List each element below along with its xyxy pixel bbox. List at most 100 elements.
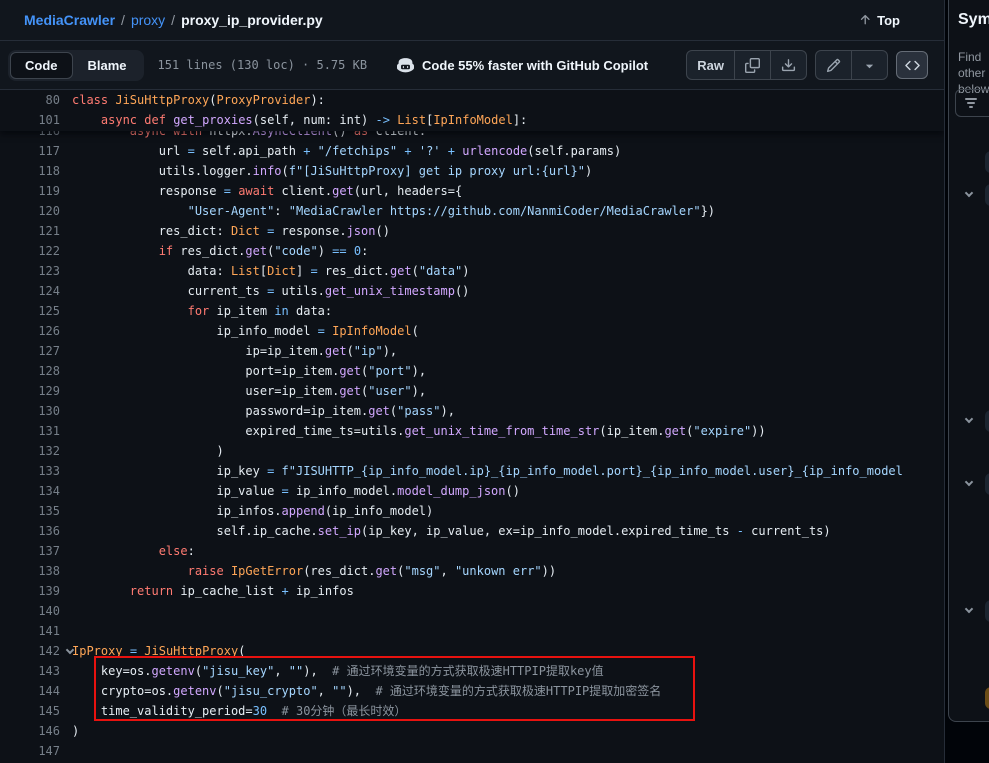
code-line: 101 async def get_proxies(self, num: int… [0,110,944,130]
line-number[interactable]: 80 [0,90,60,110]
line-number[interactable]: 144 [0,681,60,701]
line-number[interactable]: 139 [0,581,60,601]
code-text: time_validity_period=30 # 30分钟（最长时效） [60,701,406,721]
code-text: current_ts = utils.get_unix_timestamp() [60,281,469,301]
code-text: ) [60,721,79,741]
symbol-item[interactable] [949,473,989,495]
code-line: 139 return ip_cache_list + ip_infos [0,581,944,601]
breadcrumb-file-name: proxy_ip_provider.py [181,12,323,28]
line-number[interactable]: 146 [0,721,60,741]
code-line: 117 url = self.api_path + "/fetchips" + … [0,141,944,161]
line-number[interactable]: 137 [0,541,60,561]
download-button[interactable] [770,51,806,79]
line-number[interactable]: 138 [0,561,60,581]
line-number[interactable]: 142 [0,641,60,661]
copy-button[interactable] [734,51,770,79]
symbol-item[interactable] [949,184,989,206]
line-number[interactable]: 132 [0,441,60,461]
line-number[interactable]: 120 [0,201,60,221]
chevron-down-icon [965,605,973,613]
code-line: 143 key=os.getenv("jisu_key", ""), # 通过环… [0,661,944,681]
line-number[interactable]: 145 [0,701,60,721]
line-number[interactable]: 126 [0,321,60,341]
code-line: 133 ip_key = f"JISUHTTP_{ip_info_model.i… [0,461,944,481]
back-to-top-link[interactable]: Top [858,13,900,28]
line-number[interactable]: 130 [0,401,60,421]
copy-icon [745,58,760,73]
code-line: 80class JiSuHttpProxy(ProxyProvider): [0,90,944,110]
chevron-down-icon [965,478,973,486]
line-number[interactable]: 136 [0,521,60,541]
line-number[interactable]: 117 [0,141,60,161]
line-number[interactable]: 125 [0,301,60,321]
line-number[interactable]: 124 [0,281,60,301]
symbol-item[interactable] [949,151,989,173]
symbol-item-highlighted[interactable] [949,687,989,709]
symbols-panel-title: Sym [958,11,989,29]
code-lines: 116 async with httpx.AsyncClient() as cl… [0,121,944,761]
line-number[interactable]: 118 [0,161,60,181]
filter-icon [965,98,977,108]
code-line: 134 ip_value = ip_info_model.model_dump_… [0,481,944,501]
code-text: "User-Agent": "MediaCrawler https://gith… [60,201,715,221]
code-text: return ip_cache_list + ip_infos [60,581,354,601]
code-line: 146) [0,721,944,741]
code-line: 123 data: List[Dict] = res_dict.get("dat… [0,261,944,281]
code-text: key=os.getenv("jisu_key", ""), # 通过环境变量的… [60,661,604,681]
line-number[interactable]: 119 [0,181,60,201]
symbols-panel-toggle-button[interactable] [896,51,928,79]
arrow-up-icon [858,13,872,27]
line-number[interactable]: 131 [0,421,60,441]
code-text: IpProxy = JiSuHttpProxy( [60,641,245,661]
code-line: 145 time_validity_period=30 # 30分钟（最长时效） [0,701,944,721]
breadcrumb-separator: / [121,12,125,28]
edit-button[interactable] [816,51,851,79]
line-number[interactable]: 135 [0,501,60,521]
code-text: user=ip_item.get("user"), [60,381,426,401]
edit-dropdown-button[interactable] [851,51,887,79]
code-line: 147 [0,741,944,761]
code-line: 125 for ip_item in data: [0,301,944,321]
line-number[interactable]: 101 [0,110,60,130]
line-number[interactable]: 134 [0,481,60,501]
line-number[interactable]: 133 [0,461,60,481]
raw-copy-download-group: Raw [686,50,807,80]
code-text: else: [60,541,195,561]
line-number[interactable]: 147 [0,741,60,761]
symbol-item[interactable] [949,410,989,432]
tab-blame[interactable]: Blame [73,52,142,79]
code-line: 120 "User-Agent": "MediaCrawler https://… [0,201,944,221]
line-number[interactable]: 143 [0,661,60,681]
line-number[interactable]: 123 [0,261,60,281]
chevron-down-icon [965,415,973,423]
line-number[interactable]: 127 [0,341,60,361]
code-text: for ip_item in data: [60,301,332,321]
code-text: response = await client.get(url, headers… [60,181,462,201]
breadcrumb-folder-link[interactable]: proxy [131,12,165,28]
download-icon [781,58,796,73]
code-line: 124 current_ts = utils.get_unix_timestam… [0,281,944,301]
code-line: 131 expired_time_ts=utils.get_unix_time_… [0,421,944,441]
line-number[interactable]: 129 [0,381,60,401]
code-line: 130 password=ip_item.get("pass"), [0,401,944,421]
tab-code[interactable]: Code [10,52,73,79]
breadcrumb-repo-link[interactable]: MediaCrawler [24,12,115,28]
line-number[interactable]: 128 [0,361,60,381]
line-number[interactable]: 141 [0,621,60,641]
copilot-banner[interactable]: Code 55% faster with GitHub Copilot [397,57,648,74]
symbols-panel: Sym Find other below [945,0,989,763]
symbol-item[interactable] [949,600,989,622]
code-text [60,601,72,621]
code-text [60,741,72,761]
chevron-down-icon [965,189,973,197]
file-view: MediaCrawler / proxy / proxy_ip_provider… [0,0,945,763]
code-text: ip=ip_item.get("ip"), [60,341,397,361]
line-number[interactable]: 121 [0,221,60,241]
code-text: raise IpGetError(res_dict.get("msg", "un… [60,561,556,581]
line-number[interactable]: 122 [0,241,60,261]
symbols-filter-button[interactable] [955,89,989,117]
line-number[interactable]: 140 [0,601,60,621]
code-text: self.ip_cache.set_ip(ip_key, ip_value, e… [60,521,831,541]
sticky-context-lines: 80class JiSuHttpProxy(ProxyProvider):101… [0,90,944,131]
raw-button[interactable]: Raw [687,51,734,79]
